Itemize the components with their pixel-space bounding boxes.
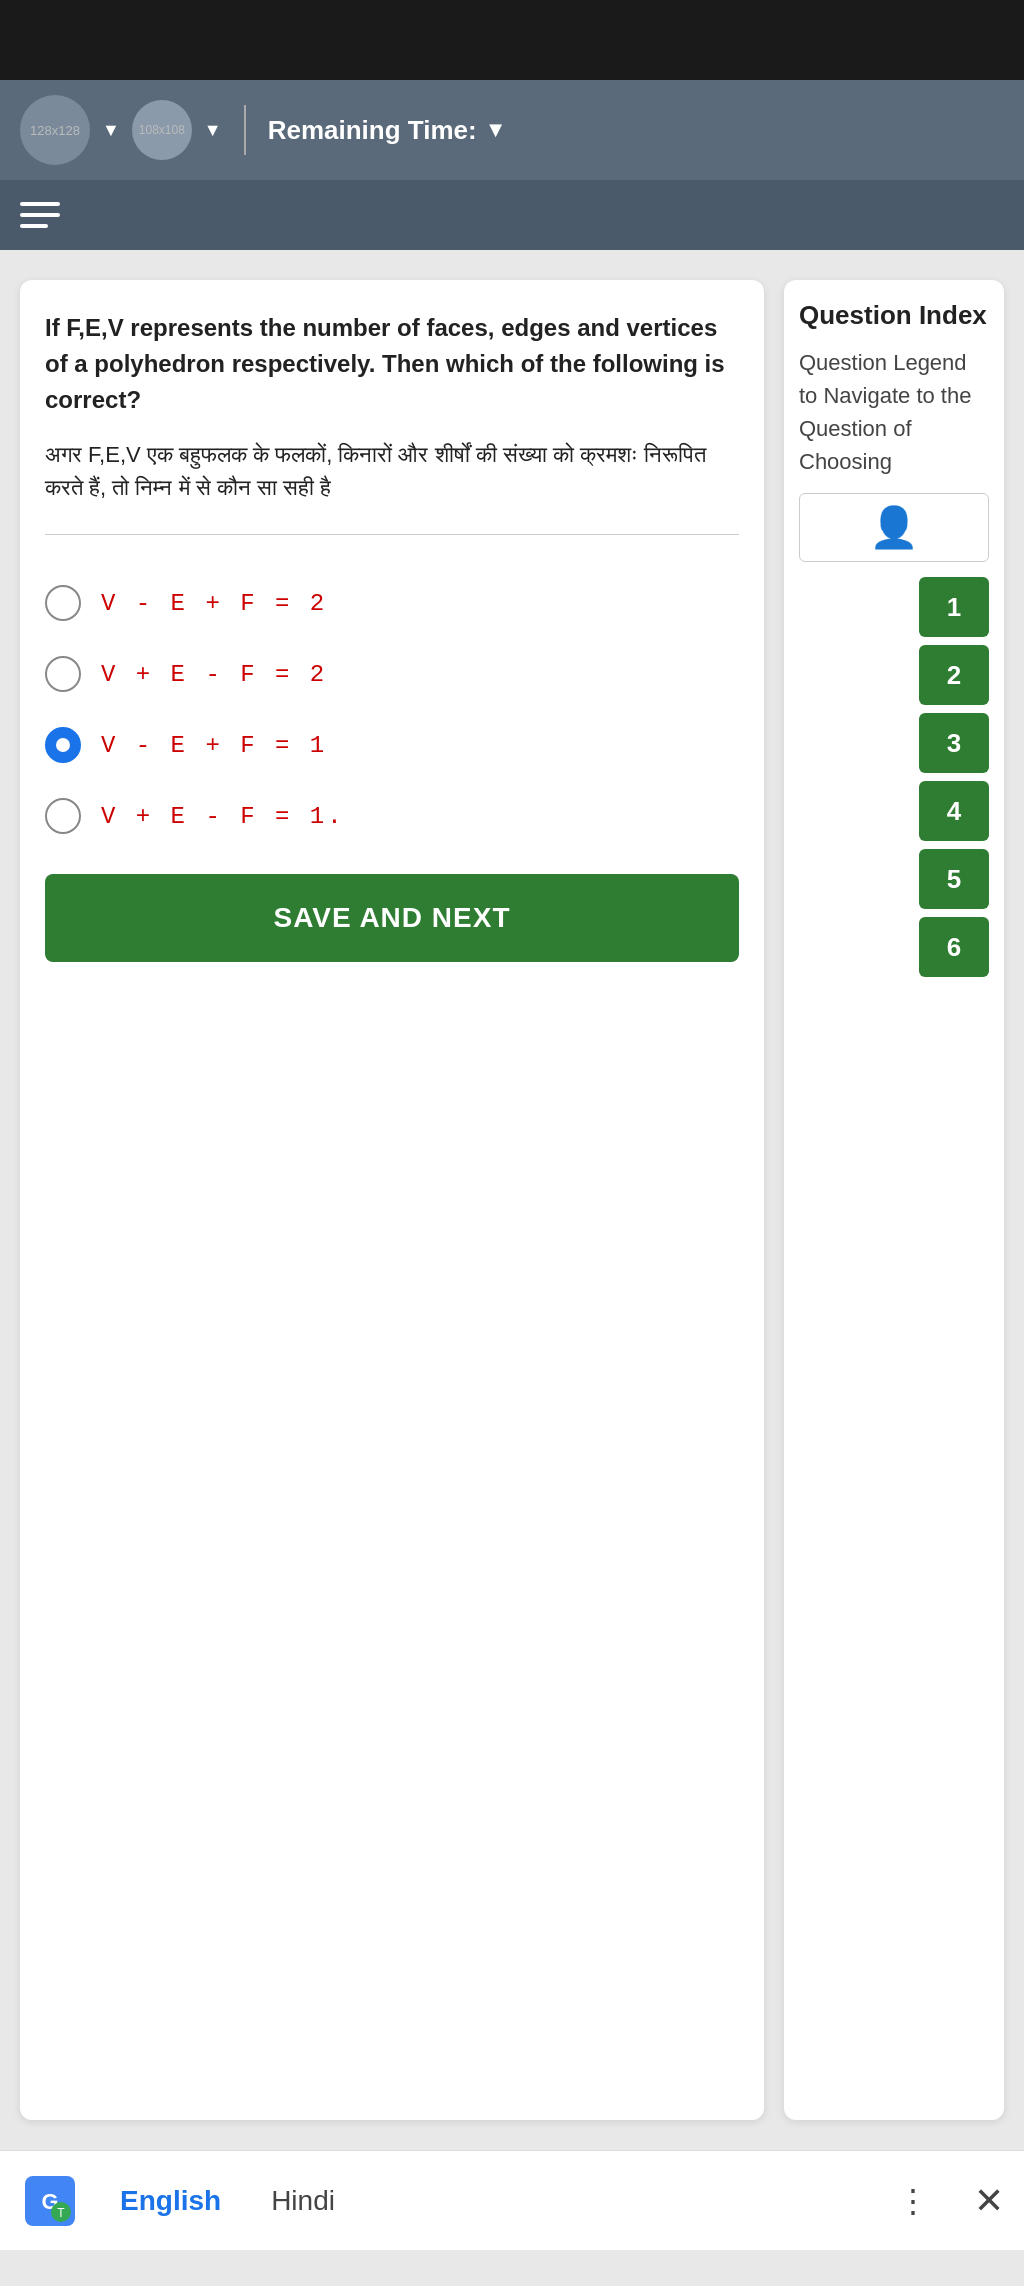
index-num-6[interactable]: 6 bbox=[919, 917, 989, 977]
hindi-language-button[interactable]: Hindi bbox=[261, 2180, 345, 2222]
index-legend: Question Legend to Navigate to the Quest… bbox=[799, 346, 989, 478]
remaining-time: Remaining Time: ▼ bbox=[268, 115, 507, 146]
avatar1-label: 128x128 bbox=[30, 123, 80, 138]
bottom-extra bbox=[0, 2250, 1024, 2286]
hamburger-line-1 bbox=[20, 202, 60, 206]
hamburger-menu[interactable] bbox=[20, 202, 60, 228]
avatar2-dropdown[interactable]: ▼ bbox=[204, 120, 222, 141]
index-num-1[interactable]: 1 bbox=[919, 577, 989, 637]
radio-2[interactable] bbox=[45, 656, 81, 692]
three-dots-menu[interactable]: ⋮ bbox=[897, 2182, 929, 2220]
remaining-time-label: Remaining Time: bbox=[268, 115, 477, 146]
avatar1-dropdown[interactable]: ▼ bbox=[102, 120, 120, 141]
svg-text:T: T bbox=[57, 2206, 65, 2220]
options-container: V - E + F = 2 V + E - F = 2 V - E + F = … bbox=[45, 585, 739, 834]
english-language-button[interactable]: English bbox=[110, 2180, 231, 2222]
index-num-3[interactable]: 3 bbox=[919, 713, 989, 773]
hamburger-line-2 bbox=[20, 213, 60, 217]
radio-1[interactable] bbox=[45, 585, 81, 621]
remaining-time-dropdown[interactable]: ▼ bbox=[485, 117, 507, 143]
index-title: Question Index bbox=[799, 300, 989, 331]
save-and-next-button[interactable]: SAVE AND NEXT bbox=[45, 874, 739, 962]
option-text-3: V - E + F = 1 bbox=[101, 732, 327, 759]
index-num-4[interactable]: 4 bbox=[919, 781, 989, 841]
header-bar: 128x128 ▼ 108x108 ▼ Remaining Time: ▼ bbox=[0, 80, 1024, 180]
option-text-2: V + E - F = 2 bbox=[101, 661, 327, 688]
hamburger-line-3 bbox=[20, 224, 48, 228]
index-num-2[interactable]: 2 bbox=[919, 645, 989, 705]
question-panel: If F,E,V represents the number of faces,… bbox=[20, 280, 764, 2120]
option-row-1[interactable]: V - E + F = 2 bbox=[45, 585, 739, 621]
radio-3[interactable] bbox=[45, 727, 81, 763]
main-content: If F,E,V represents the number of faces,… bbox=[0, 250, 1024, 2150]
avatar-1: 128x128 bbox=[20, 95, 90, 165]
top-black-bar bbox=[0, 0, 1024, 80]
option-row-2[interactable]: V + E - F = 2 bbox=[45, 656, 739, 692]
radio-4[interactable] bbox=[45, 798, 81, 834]
question-divider bbox=[45, 534, 739, 535]
user-icon: 👤 bbox=[799, 493, 989, 562]
header-divider bbox=[244, 105, 246, 155]
option-row-4[interactable]: V + E - F = 1. bbox=[45, 798, 739, 834]
google-translate-icon: G T bbox=[20, 2171, 80, 2231]
close-button[interactable]: ✕ bbox=[974, 2180, 1004, 2222]
option-text-1: V - E + F = 2 bbox=[101, 590, 327, 617]
bottom-bar: G T English Hindi ⋮ ✕ bbox=[0, 2150, 1024, 2250]
index-numbers: 1 2 3 4 5 6 bbox=[799, 577, 989, 977]
option-row-3[interactable]: V - E + F = 1 bbox=[45, 727, 739, 763]
index-panel: Question Index Question Legend to Naviga… bbox=[784, 280, 1004, 2120]
menu-bar bbox=[0, 180, 1024, 250]
avatar-2: 108x108 bbox=[132, 100, 192, 160]
question-text-hi: अगर F,E,V एक बहुफलक के फलकों, किनारों और… bbox=[45, 438, 739, 504]
index-num-5[interactable]: 5 bbox=[919, 849, 989, 909]
question-text-en: If F,E,V represents the number of faces,… bbox=[45, 310, 739, 418]
option-text-4: V + E - F = 1. bbox=[101, 803, 345, 830]
avatar2-label: 108x108 bbox=[139, 123, 185, 137]
